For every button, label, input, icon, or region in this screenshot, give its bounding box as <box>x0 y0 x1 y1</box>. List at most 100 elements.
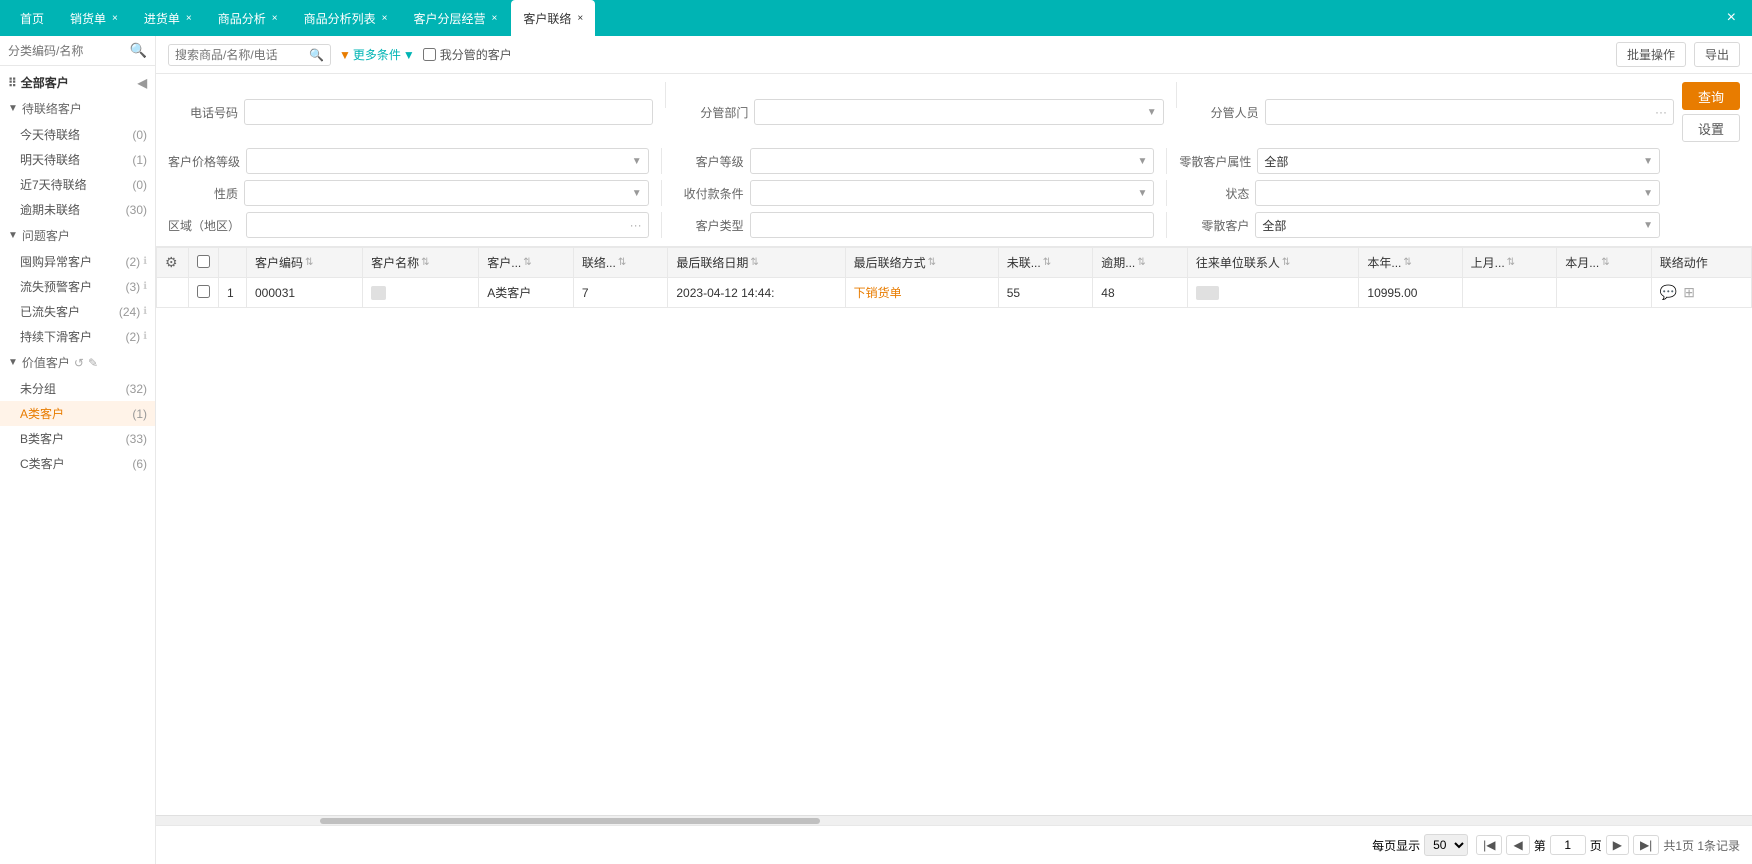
retail-attr-select[interactable]: 全部 ▼ <box>1257 148 1660 174</box>
my-customers-checkbox[interactable] <box>423 48 436 61</box>
sidebar-item-churned[interactable]: 已流失客户 (24) ℹ <box>0 299 155 324</box>
page-size-select[interactable]: 50 <box>1424 834 1468 856</box>
tab-customer-contact-close[interactable]: × <box>577 13 583 24</box>
next-page-btn[interactable]: ▶ <box>1606 835 1629 855</box>
sidebar-item-overdue-contact[interactable]: 逾期未联络 (30) <box>0 197 155 222</box>
col-last-date-sort: ⇅ <box>750 257 758 268</box>
status-arrow: ▼ <box>1643 188 1653 199</box>
declining-label: 持续下滑客户 <box>20 328 92 345</box>
value-edit-icon[interactable]: ✎ <box>88 356 98 370</box>
scrollbar-thumb[interactable] <box>320 818 820 824</box>
tab-product-analysis-list-close[interactable]: × <box>382 13 388 24</box>
table-settings-gear[interactable]: ⚙ <box>165 254 178 271</box>
col-not-contacted-label: 未联... <box>1007 254 1041 271</box>
nature-select[interactable]: ▼ <box>244 180 649 206</box>
value-refresh-icon[interactable]: ↺ <box>74 356 84 370</box>
sidebar-item-today-pending[interactable]: 今天待联络 (0) <box>0 122 155 147</box>
sidebar-item-declining[interactable]: 持续下滑客户 (2) ℹ <box>0 324 155 349</box>
filter-search-icon[interactable]: 🔍 <box>309 48 324 62</box>
col-last-month-sort: ⇅ <box>1507 257 1515 268</box>
tab-product-analysis[interactable]: 商品分析 × <box>206 0 290 36</box>
retail-customer-arrow: ▼ <box>1643 220 1653 231</box>
region-input[interactable]: ··· <box>246 212 649 238</box>
row-settings-cell <box>157 278 189 308</box>
filter-search-input[interactable] <box>175 48 305 62</box>
page-size-group: 每页显示 50 <box>1372 834 1468 856</box>
horizontal-scrollbar[interactable] <box>156 815 1752 825</box>
col-unit-contact: 往来单位联系人 ⇅ <box>1187 248 1359 278</box>
7days-pending-label: 近7天待联络 <box>20 176 87 193</box>
price-level-label: 客户价格等级 <box>168 153 240 170</box>
select-all-checkbox[interactable] <box>197 255 210 268</box>
tab-purchase-close[interactable]: × <box>186 13 192 24</box>
dept-select[interactable]: ▼ <box>754 99 1163 125</box>
tab-sales[interactable]: 销货单 × <box>58 0 130 36</box>
sidebar-collapse-icon[interactable]: ◀ <box>138 76 147 90</box>
page-size-label: 每页显示 <box>1372 837 1420 854</box>
batch-op-button[interactable]: 批量操作 <box>1616 42 1686 67</box>
tab-purchase[interactable]: 进货单 × <box>132 0 204 36</box>
filter-row-3: 性质 ▼ 收付款条件 ▼ 状态 <box>168 180 1740 206</box>
col-overdue: 逾期... ⇅ <box>1093 248 1188 278</box>
filter-bar: 🔍 ▼ 更多条件 ▼ 我分管的客户 批量操作 导出 <box>156 36 1752 74</box>
sidebar-item-hoarding[interactable]: 囤购异常客户 (2) ℹ <box>0 249 155 274</box>
row-name-blurred: Ea <box>371 286 386 300</box>
retail-attr-label: 零散客户属性 <box>1179 153 1251 170</box>
person-input[interactable]: ··· <box>1265 99 1674 125</box>
tab-sales-close[interactable]: × <box>112 13 118 24</box>
sidebar-group-problem[interactable]: ▼ 问题客户 <box>0 222 155 249</box>
last-contact-method-link[interactable]: 下销货单 <box>854 286 902 300</box>
col-this-month-label: 本月... <box>1565 254 1599 271</box>
tab-product-analysis-list[interactable]: 商品分析列表 × <box>292 0 400 36</box>
first-page-btn[interactable]: |◀ <box>1476 835 1502 855</box>
tab-customer-contact[interactable]: 客户联络 × <box>511 0 595 36</box>
tab-customer-tier-label: 客户分层经营 <box>413 10 485 27</box>
filter-cell-customer-level: 客户等级 ▼ <box>674 148 1155 174</box>
sidebar-item-c-class[interactable]: C类客户 (6) <box>0 451 155 476</box>
tab-product-analysis-list-label: 商品分析列表 <box>304 10 376 27</box>
tab-customer-tier[interactable]: 客户分层经营 × <box>401 0 509 36</box>
sidebar-group-pending[interactable]: ▼ 待联络客户 <box>0 95 155 122</box>
query-button[interactable]: 查询 <box>1682 82 1740 110</box>
sidebar-item-b-class[interactable]: B类客户 (33) <box>0 426 155 451</box>
sidebar-item-ungrouped[interactable]: 未分组 (32) <box>0 376 155 401</box>
tab-product-analysis-close[interactable]: × <box>272 13 278 24</box>
sidebar-item-7days-pending[interactable]: 近7天待联络 (0) <box>0 172 155 197</box>
customer-level-select[interactable]: ▼ <box>750 148 1155 174</box>
a-class-label: A类客户 <box>20 405 64 422</box>
row-checkbox[interactable] <box>197 285 210 298</box>
action-more-icon[interactable]: ⊞ <box>1683 284 1695 301</box>
setting-button[interactable]: 设置 <box>1682 114 1740 142</box>
tab-home[interactable]: 首页 <box>8 0 56 36</box>
col-this-year-label: 本年... <box>1367 254 1401 271</box>
sidebar-search-input[interactable] <box>8 44 130 58</box>
payment-select[interactable]: ▼ <box>750 180 1155 206</box>
sidebar-item-tomorrow-pending[interactable]: 明天待联络 (1) <box>0 147 155 172</box>
retail-customer-select[interactable]: 全部 ▼ <box>1255 212 1660 238</box>
sidebar-group-value[interactable]: ▼ 价值客户 ↺ ✎ <box>0 349 155 376</box>
last-page-btn[interactable]: ▶| <box>1633 835 1659 855</box>
my-customers-filter[interactable]: 我分管的客户 <box>423 46 512 63</box>
sidebar-item-a-class[interactable]: A类客户 (1) <box>0 401 155 426</box>
price-level-select[interactable]: ▼ <box>246 148 649 174</box>
page-input[interactable] <box>1550 835 1586 855</box>
sidebar-search-icon[interactable]: 🔍 <box>130 42 147 59</box>
export-button[interactable]: 导出 <box>1694 42 1740 67</box>
tab-sales-label: 销货单 <box>70 10 106 27</box>
tab-customer-tier-close[interactable]: × <box>491 13 497 24</box>
close-all-button[interactable]: × <box>1719 9 1744 27</box>
action-chat-icon[interactable]: 💬 <box>1660 284 1677 301</box>
tomorrow-pending-count: (1) <box>132 153 147 167</box>
more-conditions-button[interactable]: ▼ 更多条件 ▼ <box>339 46 415 63</box>
sidebar-item-churn-warning[interactable]: 流失预警客户 (3) ℹ <box>0 274 155 299</box>
filter-cell-retail-customer: 零散客户 全部 ▼ <box>1179 212 1660 238</box>
col-settings: ⚙ <box>157 248 189 278</box>
status-select[interactable]: ▼ <box>1255 180 1660 206</box>
prev-page-btn[interactable]: ◀ <box>1506 835 1529 855</box>
phone-input[interactable] <box>244 99 653 125</box>
customer-type-input[interactable] <box>750 212 1155 238</box>
col-this-year-sort: ⇅ <box>1403 257 1411 268</box>
row-not-contacted: 55 <box>998 278 1093 308</box>
col-this-month-sort: ⇅ <box>1601 257 1609 268</box>
col-contact-sort: ⇅ <box>618 257 626 268</box>
